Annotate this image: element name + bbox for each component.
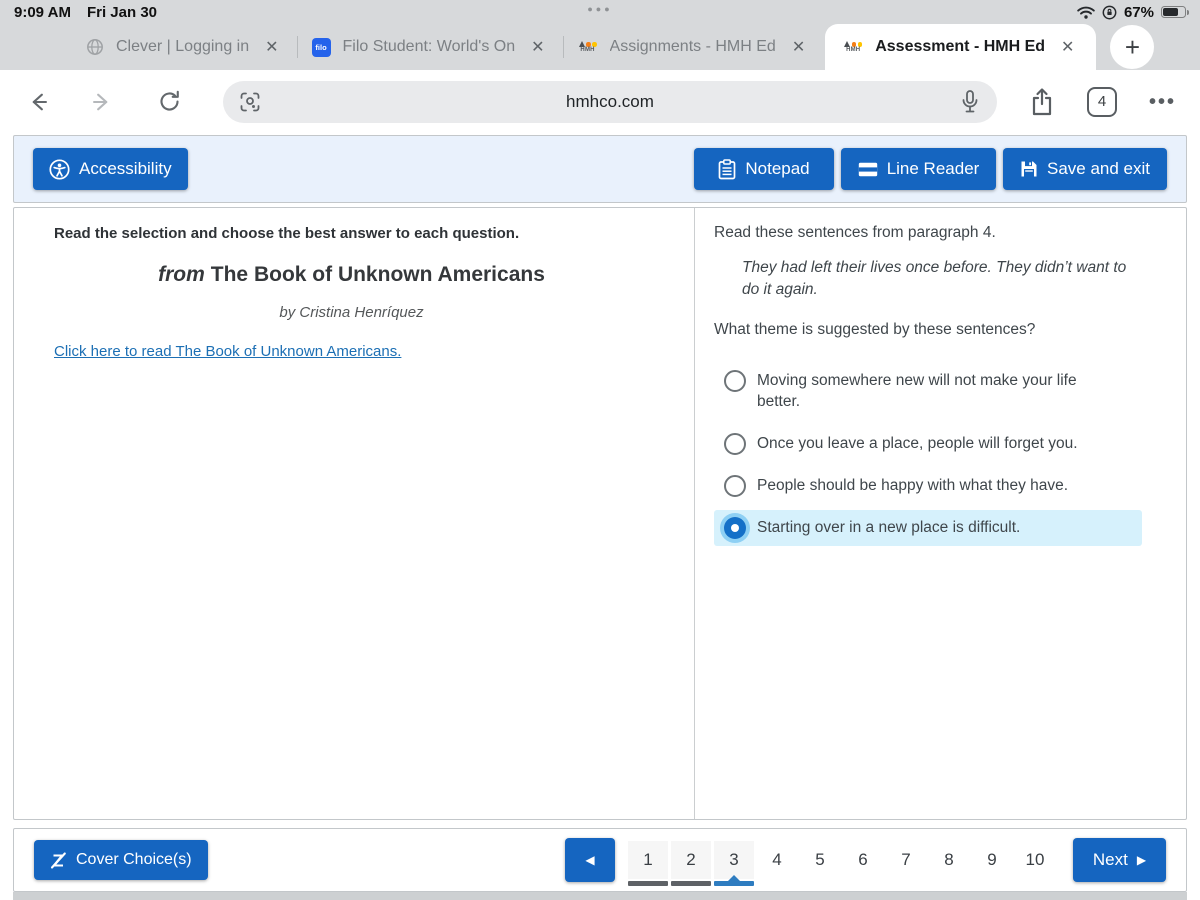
assessment-frame: Accessibility Notepad Line Reader Save a… <box>0 133 1200 900</box>
save-and-exit-button[interactable]: Save and exit <box>1003 148 1167 190</box>
accessibility-button[interactable]: Accessibility <box>33 148 188 190</box>
wifi-icon <box>1077 6 1095 19</box>
question-quote: They had left their lives once before. T… <box>742 259 1127 298</box>
tab-separator <box>296 36 298 58</box>
assessment-content: Read the selection and choose the best a… <box>13 207 1187 820</box>
more-menu-icon[interactable]: ••• <box>1149 92 1176 112</box>
page-number-2[interactable]: 2 <box>671 841 711 886</box>
close-icon[interactable]: ✕ <box>788 37 809 57</box>
page-number-9[interactable]: 9 <box>972 841 1012 879</box>
question-panel: Read these sentences from paragraph 4. T… <box>695 208 1186 819</box>
tab-title: Filo Student: World's On <box>342 38 516 55</box>
passage-panel: Read the selection and choose the best a… <box>14 208 694 819</box>
line-reader-label: Line Reader <box>886 159 980 178</box>
close-icon[interactable]: ✕ <box>261 37 282 57</box>
passage-link[interactable]: Click here to read The Book of Unknown A… <box>54 343 401 360</box>
question-intro: Read these sentences from paragraph 4. <box>714 224 996 241</box>
assessment-toolbar: Accessibility Notepad Line Reader Save a… <box>13 135 1187 203</box>
next-triangle-icon: ▶ <box>1136 853 1147 867</box>
answer-option-label: Once you leave a place, people will forg… <box>757 434 1078 452</box>
address-bar[interactable]: hmhco.com <box>223 80 997 123</box>
radio-button[interactable] <box>724 432 746 455</box>
answer-option-3[interactable]: People should be happy with what they ha… <box>714 468 1142 504</box>
battery-percent: 67% <box>1123 3 1154 21</box>
save-and-exit-label: Save and exit <box>1046 159 1150 178</box>
next-label: Next <box>1092 850 1128 869</box>
date: Fri Jan 30 <box>86 3 158 21</box>
page-number-4[interactable]: 4 <box>757 841 797 879</box>
line-reader-button[interactable]: Line Reader <box>841 148 996 190</box>
forward-icon[interactable] <box>90 89 116 115</box>
hmh-icon: HMH <box>578 37 598 57</box>
assessment-footer: Cover Choice(s) ◀ 1 2 3 4 5 6 7 8 9 10 N… <box>13 828 1187 892</box>
tab-title: Assessment - HMH Ed <box>875 38 1046 55</box>
notepad-button[interactable]: Notepad <box>694 148 834 190</box>
answer-options: Moving somewhere new will not make your … <box>714 363 1142 546</box>
cover-choices-button[interactable]: Cover Choice(s) <box>34 840 208 880</box>
tab-clever[interactable]: Clever | Logging in ✕ <box>86 24 283 70</box>
passage-title-prefix: from <box>158 263 205 286</box>
url-text: hmhco.com <box>566 91 654 111</box>
status-bar: 9:09 AM Fri Jan 30 ●●● 67% <box>0 0 1200 24</box>
answer-option-label: Starting over in a new place is difficul… <box>757 518 1021 536</box>
notepad-label: Notepad <box>745 159 810 178</box>
cover-choices-icon <box>50 851 67 869</box>
pagination: 1 2 3 4 5 6 7 8 9 10 <box>628 841 1055 886</box>
reload-icon[interactable] <box>156 88 183 115</box>
answer-option-label: People should be happy with what they ha… <box>757 476 1069 494</box>
accessibility-icon <box>49 158 70 180</box>
passage-byline: by Cristina Henríquez <box>279 304 424 321</box>
globe-icon <box>86 38 104 56</box>
radio-button[interactable] <box>724 516 746 539</box>
share-icon[interactable] <box>1029 87 1055 117</box>
page-number-1[interactable]: 1 <box>628 841 668 886</box>
passage-instruction: Read the selection and choose the best a… <box>54 225 520 242</box>
page-number-10[interactable]: 10 <box>1015 841 1055 879</box>
answer-option-2[interactable]: Once you leave a place, people will forg… <box>714 426 1142 462</box>
question-prompt: What theme is suggested by these sentenc… <box>714 321 1036 338</box>
page-number-7[interactable]: 7 <box>886 841 926 879</box>
tab-strip: Clever | Logging in ✕ filo Filo Student:… <box>0 24 1200 70</box>
close-icon[interactable]: ✕ <box>527 37 548 57</box>
answer-option-4[interactable]: Starting over in a new place is difficul… <box>714 509 1142 546</box>
back-triangle-icon: ◀ <box>585 853 595 867</box>
line-reader-icon <box>858 162 878 177</box>
notepad-icon <box>718 158 736 180</box>
previous-page-button[interactable]: ◀ <box>565 838 615 882</box>
tab-assignments[interactable]: HMH Assignments - HMH Ed ✕ <box>578 24 810 70</box>
radio-button[interactable] <box>724 474 746 497</box>
answer-option-1[interactable]: Moving somewhere new will not make your … <box>714 363 1142 420</box>
accessibility-label: Accessibility <box>79 159 172 178</box>
multitask-dots-icon: ●●● <box>587 4 613 14</box>
passage-title-main: The Book of Unknown Americans <box>210 263 545 286</box>
page-number-5[interactable]: 5 <box>800 841 840 879</box>
tab-overview-button[interactable]: 4 <box>1086 86 1117 117</box>
tab-separator <box>562 36 564 58</box>
tab-title: Clever | Logging in <box>116 38 250 55</box>
bottom-strip <box>13 892 1187 900</box>
hmh-icon: HMH <box>843 37 863 57</box>
battery-icon <box>1161 6 1189 18</box>
close-icon[interactable]: ✕ <box>1057 37 1078 57</box>
tab-title: Assignments - HMH Ed <box>609 38 776 55</box>
passage-title: from The Book of Unknown Americans <box>54 263 649 287</box>
scan-text-icon[interactable] <box>238 90 262 114</box>
next-button[interactable]: Next ▶ <box>1073 838 1166 882</box>
radio-button[interactable] <box>724 370 746 392</box>
dictation-mic-icon[interactable] <box>958 89 982 115</box>
clock: 9:09 AM <box>14 3 71 21</box>
answer-option-label: Moving somewhere new will not make your … <box>757 372 1077 410</box>
rotation-lock-icon <box>1102 5 1117 20</box>
page-number-6[interactable]: 6 <box>843 841 883 879</box>
save-icon <box>1020 160 1038 178</box>
page-number-3[interactable]: 3 <box>714 841 754 886</box>
filo-icon: filo <box>311 37 331 57</box>
page-number-8[interactable]: 8 <box>929 841 969 879</box>
back-icon[interactable] <box>24 89 50 115</box>
url-toolbar: hmhco.com 4 ••• <box>0 70 1200 133</box>
tab-filo[interactable]: filo Filo Student: World's On ✕ <box>311 24 549 70</box>
new-tab-button[interactable]: + <box>1110 25 1155 69</box>
tab-assessment-active[interactable]: HMH Assessment - HMH Ed ✕ <box>825 24 1097 70</box>
cover-choices-label: Cover Choice(s) <box>76 851 192 868</box>
